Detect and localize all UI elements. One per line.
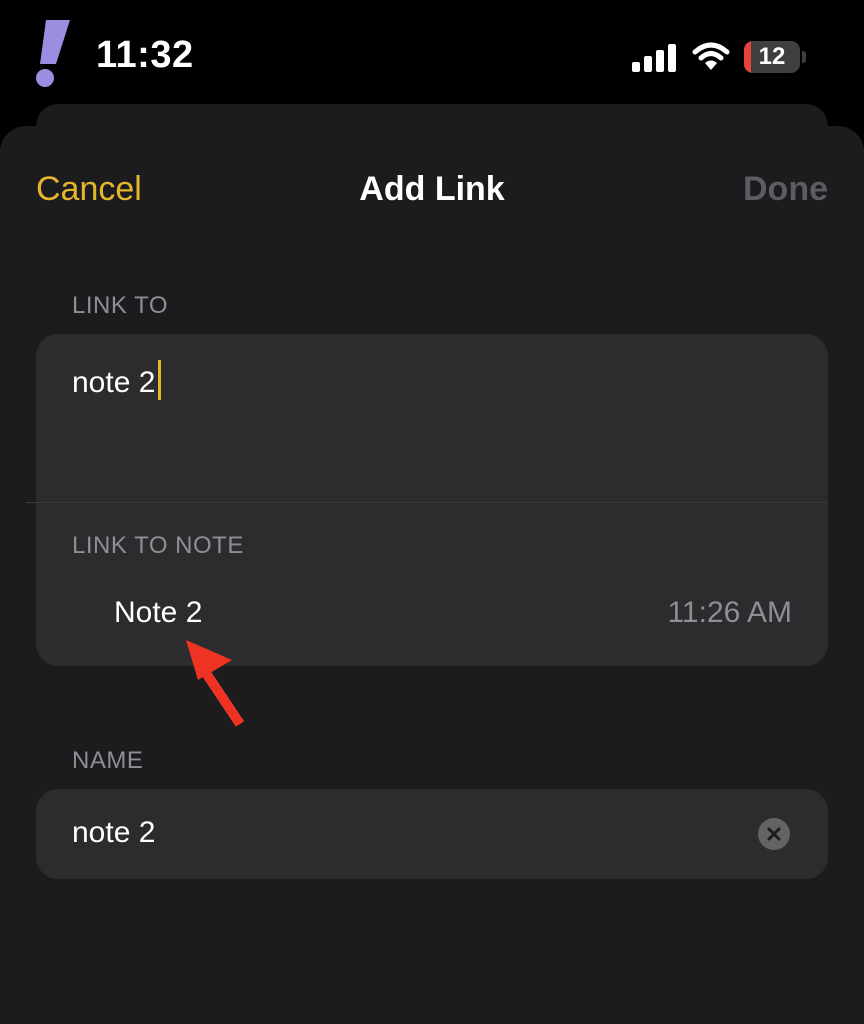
exclamation-logo-icon bbox=[32, 18, 72, 95]
wifi-icon bbox=[692, 40, 730, 77]
link-to-label: LINK TO bbox=[72, 292, 168, 319]
link-to-input-text: note 2 bbox=[72, 366, 156, 399]
name-input[interactable]: note 2 bbox=[72, 816, 155, 850]
status-time: 11:32 bbox=[96, 34, 194, 76]
cancel-button[interactable]: Cancel bbox=[36, 170, 142, 209]
battery-level: 12 bbox=[758, 43, 786, 70]
clear-x-icon[interactable] bbox=[758, 818, 790, 850]
battery-nub bbox=[802, 51, 806, 63]
cellular-signal-icon bbox=[632, 44, 676, 77]
note-suggestion-time: 11:26 AM bbox=[667, 596, 792, 629]
link-to-input[interactable]: note 2 bbox=[72, 360, 162, 400]
name-label: NAME bbox=[72, 747, 144, 774]
link-to-note-label: LINK TO NOTE bbox=[72, 532, 244, 559]
divider bbox=[26, 502, 828, 503]
red-arrow-icon bbox=[182, 636, 252, 737]
note-suggestion-title: Note 2 bbox=[114, 596, 203, 629]
done-button[interactable]: Done bbox=[743, 170, 828, 209]
battery-indicator: 12 bbox=[744, 41, 800, 73]
text-caret bbox=[158, 360, 162, 400]
note-suggestion-row[interactable]: Note 2 11:26 AM bbox=[36, 586, 828, 644]
